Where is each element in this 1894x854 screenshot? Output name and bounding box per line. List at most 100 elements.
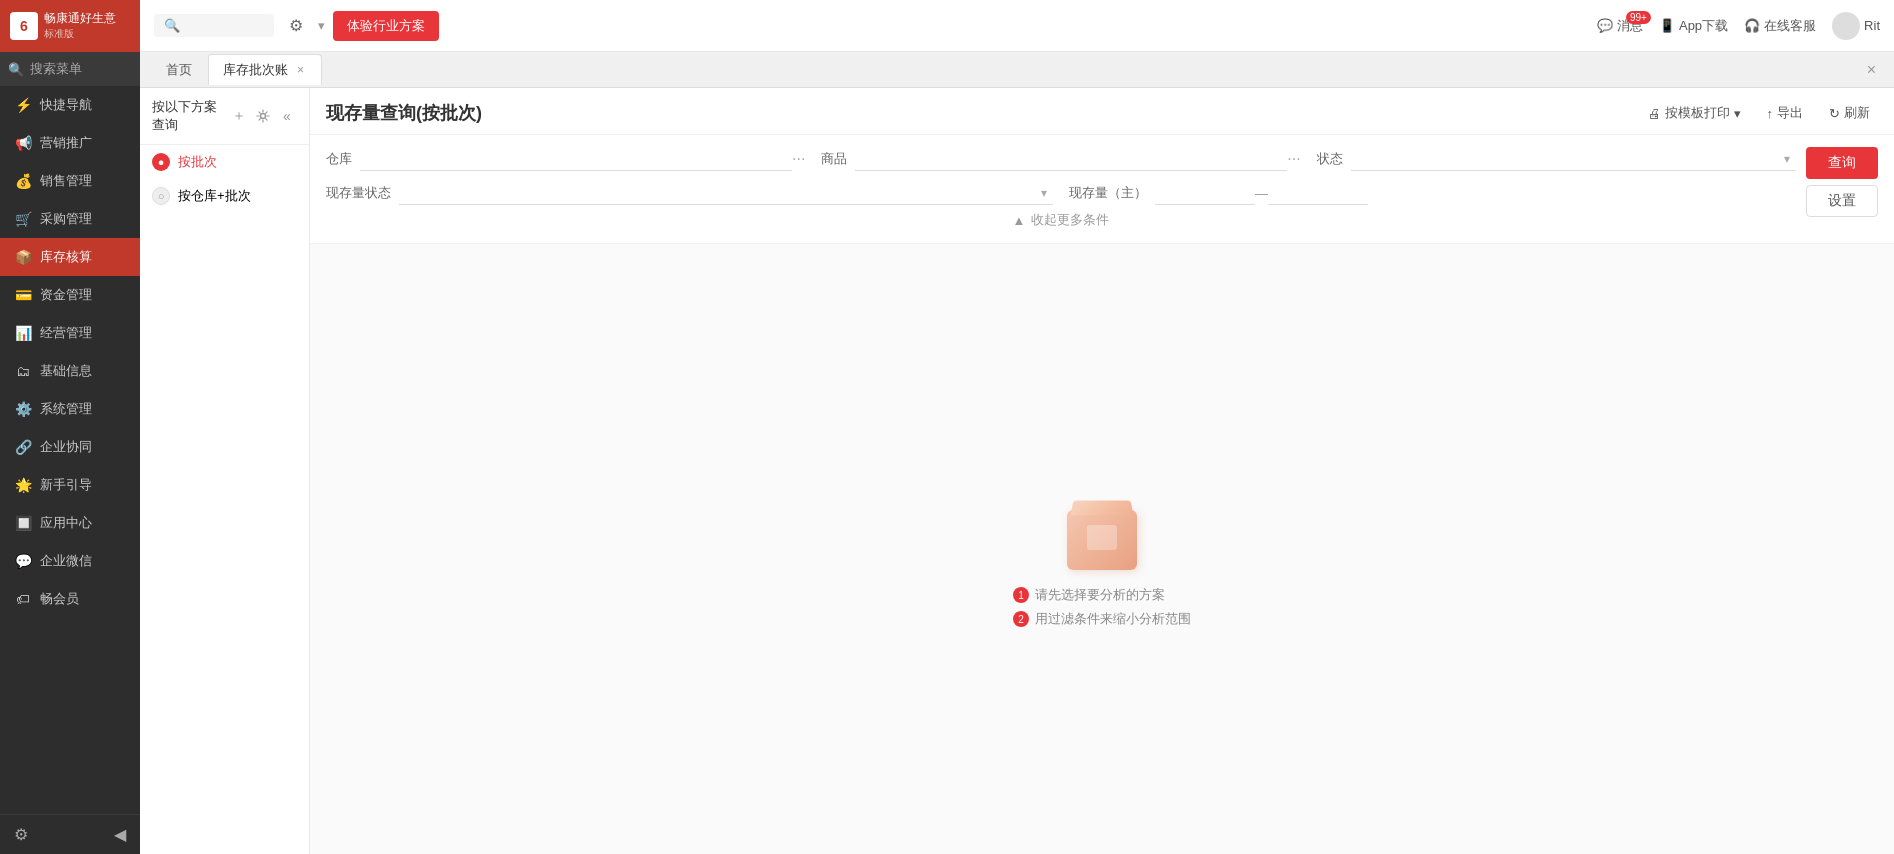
nav-icon-newbie: 🌟 (14, 476, 32, 494)
scheme-icon-0: ● (152, 153, 170, 171)
sidebar-item-operations[interactable]: 📊 经营管理 (0, 314, 140, 352)
filter-panel-header-icons: ＋ « (229, 106, 297, 126)
hint-item-2: 2 用过滤条件来缩小分析范围 (1013, 610, 1191, 628)
user-avatar-button[interactable]: Rit (1832, 12, 1880, 40)
sidebar-item-enterprise[interactable]: 🔗 企业协同 (0, 428, 140, 466)
warehouse-more-icon[interactable]: ··· (792, 150, 805, 168)
app-branding: 畅康通好生意 标准版 (44, 11, 116, 41)
print-label: 按模板打印 (1665, 104, 1730, 122)
nav-icon-finance: 💳 (14, 286, 32, 304)
scheme-item-1[interactable]: ○ 按仓库+批次 (140, 179, 309, 213)
product-input[interactable] (855, 147, 1287, 171)
product-more-icon[interactable]: ··· (1287, 150, 1300, 168)
query-button[interactable]: 查询 (1806, 147, 1878, 179)
topbar-settings-icon[interactable]: ⚙ (282, 12, 310, 40)
sidebar-item-marketing[interactable]: 📢 营销推广 (0, 124, 140, 162)
nav-label-purchase: 采购管理 (40, 210, 92, 228)
nav-icon-marketing: 📢 (14, 134, 32, 152)
inventory-qty-min-input[interactable] (1155, 181, 1255, 205)
tab-home[interactable]: 首页 (152, 55, 206, 85)
messages-badge: 99+ (1626, 11, 1651, 24)
inventory-qty-max-input[interactable] (1268, 181, 1368, 205)
sidebar-item-member[interactable]: 🏷 畅会员 (0, 580, 140, 618)
nav-label-basic: 基础信息 (40, 362, 92, 380)
topbar-search-box[interactable]: 🔍 (154, 14, 274, 37)
refresh-label: 刷新 (1844, 104, 1870, 122)
tab-inventory-batch[interactable]: 库存批次账 × (208, 54, 322, 85)
collapse-up-icon: ▲ (1013, 213, 1026, 228)
export-icon: ↑ (1767, 106, 1774, 121)
sidebar-item-finance[interactable]: 💳 资金管理 (0, 276, 140, 314)
messages-button[interactable]: 💬 消息 99+ (1597, 17, 1643, 35)
filter-panel-header: 按以下方案查询 ＋ « (140, 88, 309, 145)
scheme-label-0: 按批次 (178, 153, 217, 171)
filter-row-1: 仓库 ··· 商品 ··· 状态 (326, 147, 1796, 171)
collapse-sidebar-button[interactable]: ◀ (114, 825, 126, 844)
scheme-icon-1: ○ (152, 187, 170, 205)
add-scheme-button[interactable]: ＋ (229, 106, 249, 126)
empty-box-graphic (1067, 510, 1137, 570)
sidebar-item-quick-nav[interactable]: ⚡ 快捷导航 (0, 86, 140, 124)
nav-icon-system: ⚙️ (14, 400, 32, 418)
tab-home-label: 首页 (166, 61, 192, 79)
settings-button[interactable]: 设置 (1806, 185, 1878, 217)
print-button[interactable]: 🖨 按模板打印 ▾ (1640, 100, 1749, 126)
nav-icon-inventory: 📦 (14, 248, 32, 266)
settings-footer-icon[interactable]: ⚙ (14, 825, 28, 844)
empty-hints: 1 请先选择要分析的方案 2 用过滤条件来缩小分析范围 (1013, 586, 1191, 628)
product-label: 商品 (821, 150, 847, 168)
sidebar-item-inventory[interactable]: 📦 库存核算 (0, 238, 140, 276)
nav-label-enterprise: 企业协同 (40, 438, 92, 456)
filter-panel: 按以下方案查询 ＋ « ● 按批次 ○ 按仓库+批次 (140, 88, 310, 854)
empty-illustration (1052, 470, 1152, 570)
content-area: 按以下方案查询 ＋ « ● 按批次 ○ 按仓库+批次 (140, 88, 1894, 854)
nav-icon-app-center: 🔲 (14, 514, 32, 532)
app-download-icon: 📱 (1659, 18, 1675, 33)
filter-area: 仓库 ··· 商品 ··· 状态 (310, 135, 1894, 244)
hint-2-text: 用过滤条件来缩小分析范围 (1035, 610, 1191, 628)
inventory-status-select[interactable]: ▾ (399, 182, 1053, 205)
nav-label-app-center: 应用中心 (40, 514, 92, 532)
nav-label-finance: 资金管理 (40, 286, 92, 304)
scheme-label-1: 按仓库+批次 (178, 187, 251, 205)
user-avatar (1832, 12, 1860, 40)
experience-industry-button[interactable]: 体验行业方案 (333, 11, 439, 41)
print-dropdown-icon[interactable]: ▾ (1734, 106, 1741, 121)
collapse-panel-button[interactable]: « (277, 106, 297, 126)
export-label: 导出 (1777, 104, 1803, 122)
tab-bar: 首页 库存批次账 × × (140, 52, 1894, 88)
scheme-item-0[interactable]: ● 按批次 (140, 145, 309, 179)
warehouse-input[interactable] (360, 147, 792, 171)
tab-close-button[interactable]: × (294, 62, 307, 78)
sidebar-item-system[interactable]: ⚙️ 系统管理 (0, 390, 140, 428)
sidebar-item-newbie[interactable]: 🌟 新手引导 (0, 466, 140, 504)
empty-state: 1 请先选择要分析的方案 2 用过滤条件来缩小分析范围 (310, 244, 1894, 854)
scheme-settings-button[interactable] (253, 106, 273, 126)
sidebar-item-purchase[interactable]: 🛒 采购管理 (0, 200, 140, 238)
topbar-dropdown-icon[interactable]: ▾ (318, 18, 325, 33)
topbar: 🔍 ⚙ ▾ 体验行业方案 💬 消息 99+ 📱 App下载 🎧 在线客服 (140, 0, 1894, 52)
status-select[interactable]: ▾ (1351, 148, 1796, 171)
app-logo: 6 (10, 12, 38, 40)
collapse-more-conditions-button[interactable]: ▲ 收起更多条件 (326, 205, 1796, 231)
sidebar-item-enterprise-wx[interactable]: 💬 企业微信 (0, 542, 140, 580)
export-button[interactable]: ↑ 导出 (1759, 100, 1812, 126)
search-menu-label: 搜索菜单 (30, 60, 82, 78)
page-title-actions: 🖨 按模板打印 ▾ ↑ 导出 ↻ 刷新 (1640, 100, 1879, 126)
app-download-button[interactable]: 📱 App下载 (1659, 17, 1728, 35)
refresh-button[interactable]: ↻ 刷新 (1821, 100, 1878, 126)
tab-bar-close-button[interactable]: × (1861, 59, 1882, 81)
nav-icon-enterprise: 🔗 (14, 438, 32, 456)
nav-label-enterprise-wx: 企业微信 (40, 552, 92, 570)
sidebar-search[interactable]: 🔍 搜索菜单 (0, 52, 140, 86)
nav-icon-operations: 📊 (14, 324, 32, 342)
inventory-status-field: 现存量状态 ▾ (326, 182, 1053, 205)
status-label: 状态 (1317, 150, 1343, 168)
nav-label-operations: 经营管理 (40, 324, 92, 342)
sidebar-item-sales[interactable]: 💰 销售管理 (0, 162, 140, 200)
online-service-button[interactable]: 🎧 在线客服 (1744, 17, 1816, 35)
nav-label-inventory: 库存核算 (40, 248, 92, 266)
sidebar-item-basic[interactable]: 🗂 基础信息 (0, 352, 140, 390)
nav-label-marketing: 营销推广 (40, 134, 92, 152)
sidebar-item-app-center[interactable]: 🔲 应用中心 (0, 504, 140, 542)
